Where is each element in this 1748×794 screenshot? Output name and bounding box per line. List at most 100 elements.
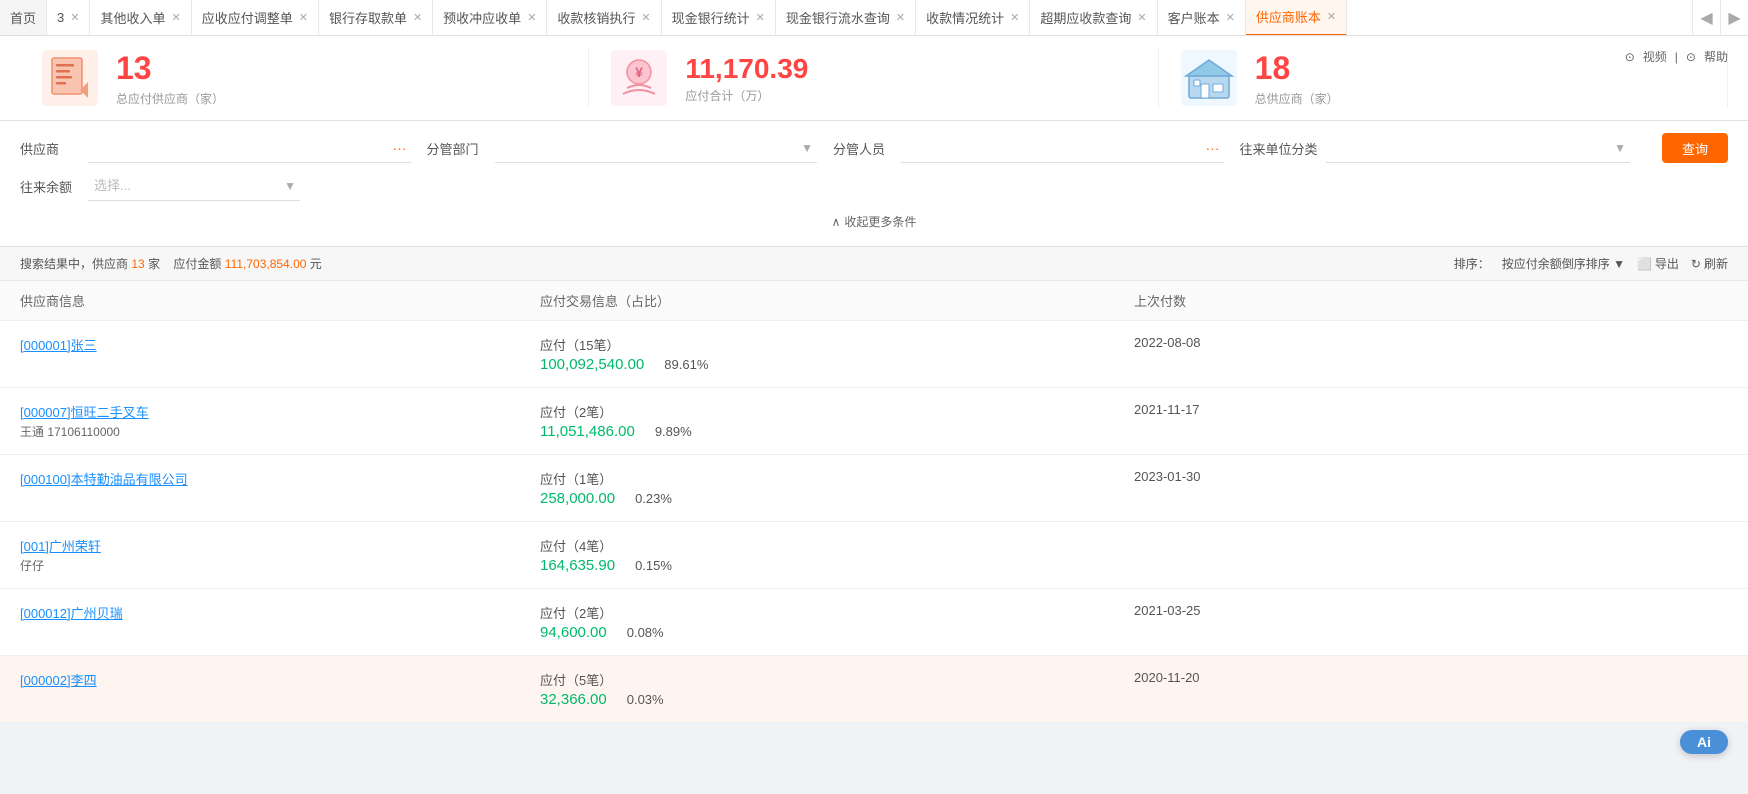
nav-customer-ledger-label: 客户账本 — [1168, 8, 1220, 27]
trade-percent: 0.08% — [627, 625, 664, 640]
dropdown-icon[interactable]: ▼ — [801, 141, 813, 155]
trade-amount[interactable]: 164,635.90 — [540, 557, 615, 574]
trade-label: 应付（2笔） — [540, 603, 1134, 622]
nav-bank[interactable]: 银行存取款单 ✕ — [319, 0, 433, 36]
balance-label: 往来余额 — [20, 177, 80, 196]
supplier-info-cell: [000100]本特勤油品有限公司 — [20, 469, 540, 488]
prev-arrow[interactable]: ◀ — [1692, 0, 1720, 36]
ai-badge[interactable]: Ai — [1680, 730, 1728, 754]
nav-overdue[interactable]: 超期应收款查询 ✕ — [1030, 0, 1157, 36]
stat-payable-content: 13 总应付供应商（家） — [116, 49, 224, 106]
close-icon[interactable]: ✕ — [527, 11, 536, 24]
result-bar: 搜索结果中，供应商 13 家 应付金额 111,703,854.00 元 排序：… — [0, 247, 1748, 281]
balance-input[interactable] — [88, 171, 300, 201]
trade-amount[interactable]: 100,092,540.00 — [540, 356, 644, 373]
stat-suppliers-content: 18 总供应商（家） — [1255, 49, 1339, 106]
nav-prepay-label: 预收冲应收单 — [443, 8, 521, 27]
stat-payable-suppliers: 13 总应付供应商（家） — [20, 48, 589, 108]
result-amount-suffix: 元 — [310, 257, 322, 271]
search-button[interactable]: 查询 — [1662, 133, 1728, 163]
table-header-row: 供应商信息 应付交易信息（占比） 上次付数 — [0, 281, 1748, 321]
supplier-link[interactable]: [000002]李四 — [20, 673, 97, 688]
nav-cash-flow[interactable]: 现金银行流水查询 ✕ — [776, 0, 916, 36]
supplier-info-cell: [000007]恒旺二手叉车 王通 17106110000 — [20, 402, 540, 440]
refresh-button[interactable]: ↻ 刷新 — [1691, 255, 1728, 272]
balance-input-wrap: ▼ — [88, 171, 300, 201]
close-icon[interactable]: ✕ — [1137, 11, 1146, 24]
export-button[interactable]: ⬜ 导出 — [1637, 255, 1679, 272]
divider: | — [1675, 50, 1678, 64]
trade-amount[interactable]: 11,051,486.00 — [540, 423, 635, 440]
table-row: [000001]张三 应付（15笔） 100,092,540.00 89.61%… — [0, 321, 1748, 388]
dropdown-icon[interactable]: ▼ — [1614, 141, 1626, 155]
category-input[interactable] — [1326, 133, 1630, 163]
supplier-link[interactable]: [000100]本特勤油品有限公司 — [20, 472, 188, 487]
close-icon[interactable]: ✕ — [171, 11, 180, 24]
trade-amount[interactable]: 94,600.00 — [540, 624, 607, 641]
trade-percent: 9.89% — [655, 424, 692, 439]
supplier-info-cell: [000001]张三 — [20, 335, 540, 354]
result-amount: 111,703,854.00 — [225, 257, 307, 271]
close-icon[interactable]: ✕ — [1327, 10, 1336, 23]
trade-info-cell: 应付（1笔） 258,000.00 0.23% — [540, 469, 1134, 507]
result-prefix: 搜索结果中，供应商 — [20, 257, 128, 271]
close-icon[interactable]: ✕ — [1226, 11, 1235, 24]
close-icon[interactable]: ✕ — [413, 11, 422, 24]
collapse-bar[interactable]: ∧ 收起更多条件 — [20, 209, 1728, 234]
close-icon[interactable]: ✕ — [641, 11, 650, 24]
header-supplier-info: 供应商信息 — [20, 291, 540, 310]
filter-category: 往来单位分类 ▼ — [1240, 133, 1631, 163]
nav-adjust-label: 应收应付调整单 — [202, 8, 293, 27]
close-icon[interactable]: ✕ — [299, 11, 308, 24]
result-amount-prefix: 应付金额 — [173, 257, 221, 271]
result-actions: 排序： 按应付余额倒序排序 ▼ ⬜ 导出 ↻ 刷新 — [1454, 255, 1728, 272]
stat-payable-total: ¥ 11,170.39 应付合计（万） — [589, 48, 1158, 108]
department-input-wrap: ▼ — [495, 133, 818, 163]
result-count: 13 — [131, 257, 144, 271]
person-input[interactable] — [901, 133, 1224, 163]
table-row: [000012]广州贝瑞 应付（2笔） 94,600.00 0.08% 2021… — [0, 589, 1748, 656]
nav-home[interactable]: 首页 — [0, 0, 47, 36]
department-input[interactable] — [495, 133, 818, 163]
trade-row: 258,000.00 0.23% — [540, 490, 1134, 507]
sort-value-text: 按应付余额倒序排序 — [1502, 257, 1610, 271]
help-link[interactable]: 帮助 — [1704, 48, 1728, 65]
ellipsis-icon[interactable]: ··· — [1206, 140, 1220, 156]
supplier-input[interactable] — [88, 133, 411, 163]
nav-prepay[interactable]: 预收冲应收单 ✕ — [433, 0, 547, 36]
trade-row: 11,051,486.00 9.89% — [540, 423, 1134, 440]
close-icon[interactable]: ✕ — [756, 11, 765, 24]
nav-tab-3[interactable]: 3 ✕ — [47, 0, 90, 36]
nav-receipt-stats[interactable]: 收款情况统计 ✕ — [916, 0, 1030, 36]
nav-customer-ledger[interactable]: 客户账本 ✕ — [1158, 0, 1246, 36]
supplier-link[interactable]: [001]广州荣轩 — [20, 539, 101, 554]
next-arrow[interactable]: ▶ — [1720, 0, 1748, 36]
nav-payment[interactable]: 收款核销执行 ✕ — [547, 0, 661, 36]
supplier-table: 供应商信息 应付交易信息（占比） 上次付数 [000001]张三 应付（15笔）… — [0, 281, 1748, 723]
nav-adjust[interactable]: 应收应付调整单 ✕ — [192, 0, 319, 36]
dropdown-icon[interactable]: ▼ — [284, 179, 296, 193]
supplier-sub: 仔仔 — [20, 557, 540, 574]
close-icon[interactable]: ✕ — [896, 11, 905, 24]
trade-label: 应付（15笔） — [540, 335, 1134, 354]
supplier-link[interactable]: [000007]恒旺二手叉车 — [20, 405, 149, 420]
department-label: 分管部门 — [427, 139, 487, 158]
nav-other-income[interactable]: 其他收入单 ✕ — [90, 0, 191, 36]
sort-value[interactable]: 按应付余额倒序排序 ▼ — [1502, 255, 1625, 272]
supplier-link[interactable]: [000001]张三 — [20, 338, 97, 353]
filter-area: 供应商 ··· 分管部门 ▼ 分管人员 ··· 往来单位分类 — [0, 121, 1748, 247]
trade-amount[interactable]: 32,366.00 — [540, 691, 607, 708]
nav-supplier-ledger[interactable]: 供应商账本 ✕ — [1246, 0, 1347, 36]
trade-row: 100,092,540.00 89.61% — [540, 356, 1134, 373]
video-link[interactable]: 视频 — [1643, 48, 1667, 65]
ellipsis-icon[interactable]: ··· — [393, 140, 407, 156]
trade-amount[interactable]: 258,000.00 — [540, 490, 615, 507]
nav-cash-stats[interactable]: 现金银行统计 ✕ — [662, 0, 776, 36]
collapse-label: 收起更多条件 — [844, 213, 916, 230]
trade-row: 164,635.90 0.15% — [540, 557, 1134, 574]
close-icon[interactable]: ✕ — [1010, 11, 1019, 24]
close-icon[interactable]: ✕ — [70, 11, 79, 24]
supplier-link[interactable]: [000012]广州贝瑞 — [20, 606, 123, 621]
table-body: [000001]张三 应付（15笔） 100,092,540.00 89.61%… — [0, 321, 1748, 723]
header-last-pay: 上次付数 — [1134, 291, 1728, 310]
